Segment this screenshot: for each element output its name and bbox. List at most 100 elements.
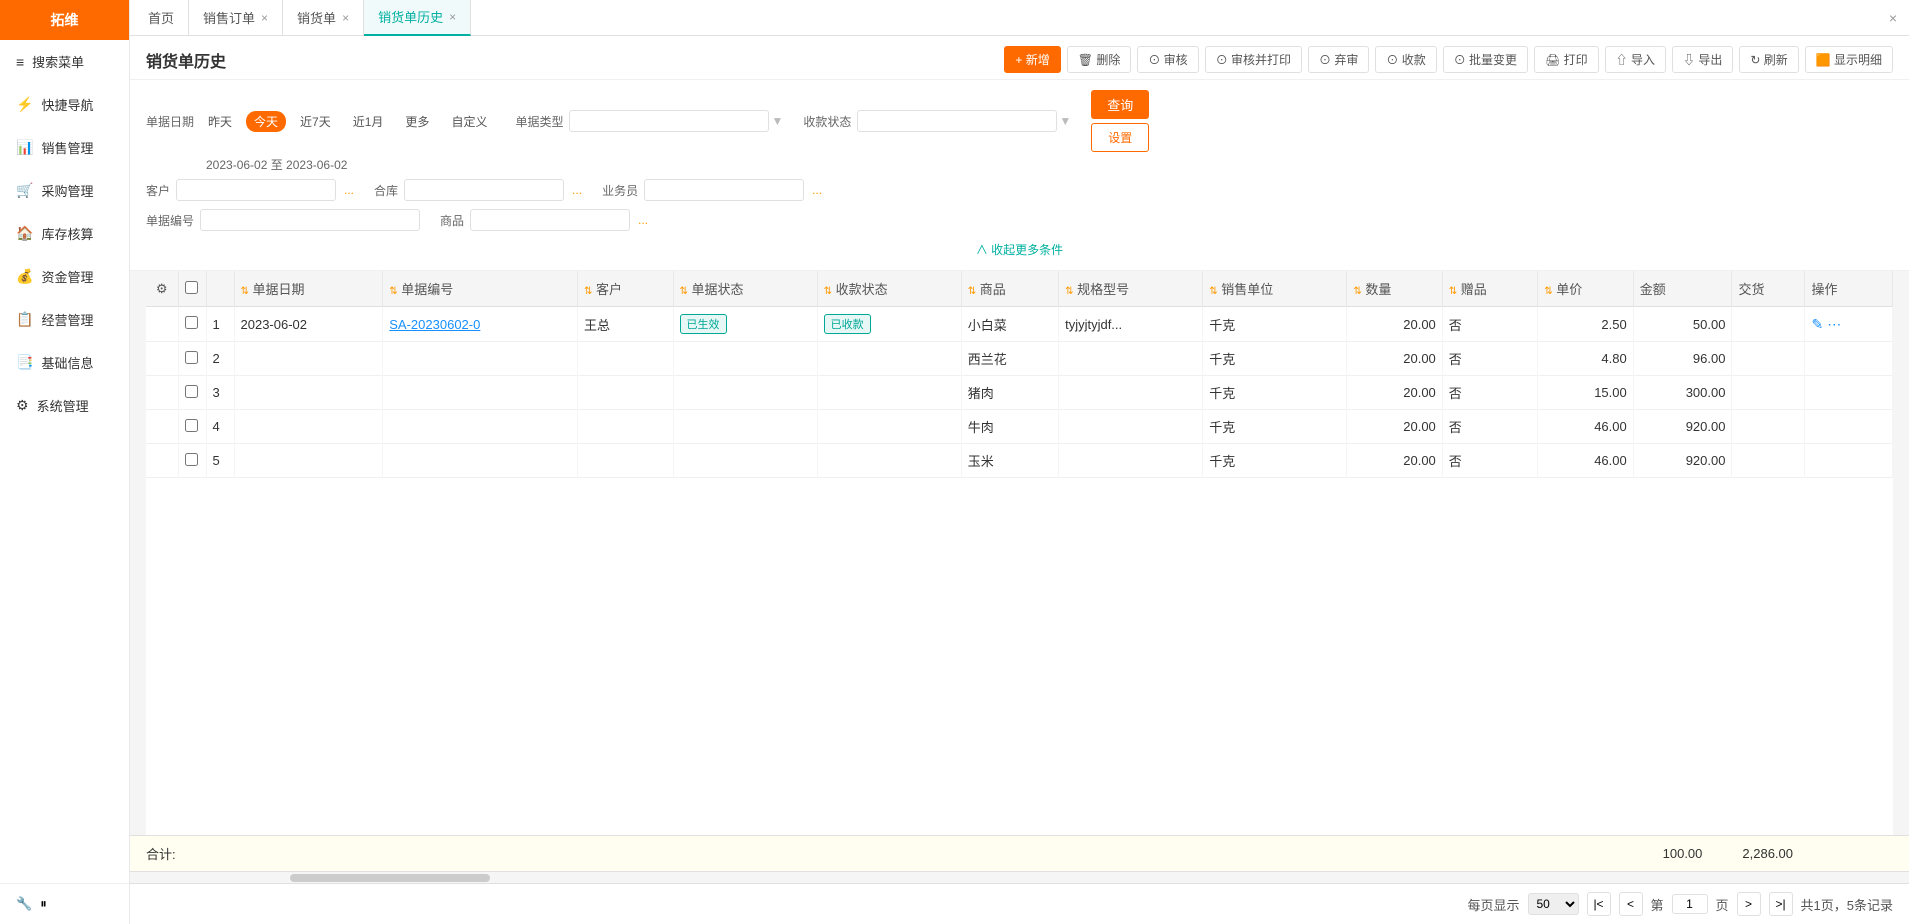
goods-input[interactable] [470, 209, 630, 231]
date-pill-yesterday[interactable]: 昨天 [200, 111, 240, 132]
col-doc-date[interactable]: ⇅ 单据日期 [234, 271, 383, 307]
tab-sales-order[interactable]: 销售订单 × [189, 0, 283, 36]
customer-input[interactable] [176, 179, 336, 201]
cell-goods: 小白菜 [961, 307, 1058, 342]
total-quantity: 100.00 [1663, 846, 1703, 861]
col-goods[interactable]: ⇅ 商品 [961, 271, 1058, 307]
page-next-btn[interactable]: > [1737, 892, 1761, 916]
edit-action-btn[interactable]: ✎ [1811, 316, 1823, 332]
cell-checkbox[interactable] [178, 307, 206, 342]
refresh-button[interactable]: ↻ 刷新 [1739, 46, 1798, 73]
query-button[interactable]: 查询 [1091, 90, 1149, 119]
discard-button[interactable]: ⊙ 弃审 [1308, 46, 1369, 73]
sidebar-item-label-quick-nav: 快捷导航 [41, 95, 93, 114]
cell-unit-price: 2.50 [1538, 307, 1633, 342]
salesperson-input[interactable] [644, 179, 804, 201]
warehouse-ellipsis-btn[interactable]: ... [572, 183, 582, 197]
col-payment-status[interactable]: ⇅ 收款状态 [817, 271, 961, 307]
scroll-thumb[interactable] [290, 874, 490, 882]
doc-type-input[interactable] [569, 110, 769, 132]
batch-change-button[interactable]: ⊙ 批量变更 [1443, 46, 1528, 73]
cell-checkbox[interactable] [178, 410, 206, 444]
cell-rownum: 2 [206, 342, 234, 376]
settings-bottom-icon[interactable]: 🔧 [16, 896, 32, 912]
cell-checkbox[interactable] [178, 376, 206, 410]
sidebar-item-purchase-mgmt[interactable]: 🛒 采购管理 [0, 169, 129, 212]
purchase-mgmt-icon: 🛒 [16, 182, 33, 199]
warehouse-input[interactable] [404, 179, 564, 201]
sidebar-item-quick-nav[interactable]: ⚡ 快捷导航 [0, 83, 129, 126]
col-gear[interactable]: ⚙ [146, 271, 178, 307]
col-doc-status[interactable]: ⇅ 单据状态 [673, 271, 817, 307]
display-detail-button[interactable]: 🟧 显示明细 [1805, 46, 1893, 73]
page-prev-btn[interactable]: < [1619, 892, 1643, 916]
cell-action [1805, 444, 1893, 478]
tab-delivery-history-label: 销货单历史 [378, 7, 443, 26]
per-page-select[interactable]: 50 100 200 [1528, 893, 1579, 915]
col-gift[interactable]: ⇅ 赠品 [1442, 271, 1537, 307]
cell-goods: 猪肉 [961, 376, 1058, 410]
audit-button[interactable]: ⊙ 审核 [1137, 46, 1198, 73]
tab-delivery-history-close[interactable]: × [449, 10, 456, 24]
tab-home[interactable]: 首页 [134, 0, 189, 36]
cell-gear [146, 342, 178, 376]
toggle-bottom-icon[interactable]: ⏸ [40, 896, 47, 912]
cell-doc-number[interactable]: SA-20230602-0 [383, 307, 578, 342]
cell-transaction [1732, 410, 1805, 444]
payment-status-input[interactable] [857, 110, 1057, 132]
col-customer[interactable]: ⇅ 客户 [578, 271, 673, 307]
sidebar-item-inventory-calc[interactable]: 🏠 库存核算 [0, 212, 129, 255]
date-pill-more[interactable]: 更多 [397, 111, 437, 132]
tab-delivery[interactable]: 销货单 × [283, 0, 364, 36]
doc-number-input[interactable] [200, 209, 420, 231]
payment-status-dropdown-icon[interactable]: ▼ [1059, 114, 1071, 128]
col-quantity[interactable]: ⇅ 数量 [1347, 271, 1442, 307]
sidebar-item-sales-mgmt[interactable]: 📊 销售管理 [0, 126, 129, 169]
col-doc-number[interactable]: ⇅ 单据编号 [383, 271, 578, 307]
page-number-input[interactable] [1672, 894, 1708, 914]
date-pill-today[interactable]: 今天 [246, 111, 286, 132]
page-last-btn[interactable]: >| [1769, 892, 1793, 916]
import-button[interactable]: ⇧ 导入 [1605, 46, 1666, 73]
sidebar-item-search-menu[interactable]: ≡ 搜索菜单 [0, 40, 129, 83]
print-button[interactable]: 🖨 打印 [1534, 46, 1599, 73]
col-unit[interactable]: ⇅ 销售单位 [1203, 271, 1347, 307]
delete-button[interactable]: 🗑 删除 [1067, 46, 1132, 73]
sidebar-item-operation-mgmt[interactable]: 📋 经营管理 [0, 298, 129, 341]
date-pill-7days[interactable]: 近7天 [292, 111, 339, 132]
new-button[interactable]: + 新增 [1004, 46, 1060, 73]
date-pill-1month[interactable]: 近1月 [345, 111, 392, 132]
filter-collapse-btn[interactable]: ∧ 收起更多条件 [146, 239, 1893, 260]
horizontal-scrollbar[interactable] [130, 871, 1909, 883]
page-first-btn[interactable]: |< [1587, 892, 1611, 916]
cell-quantity: 20.00 [1347, 444, 1442, 478]
goods-ellipsis-btn[interactable]: ... [638, 213, 648, 227]
audit-print-button[interactable]: ⊙ 审核并打印 [1205, 46, 1302, 73]
tab-delivery-history[interactable]: 销货单历史 × [364, 0, 471, 36]
warehouse-filter: 合库 ... [374, 179, 582, 201]
cell-gift: 否 [1442, 307, 1537, 342]
col-unit-price[interactable]: ⇅ 单价 [1538, 271, 1633, 307]
more-action-btn[interactable]: ⋯ [1827, 316, 1841, 332]
date-pill-custom[interactable]: 自定义 [443, 111, 495, 132]
tab-delivery-close[interactable]: × [342, 11, 349, 25]
cell-checkbox[interactable] [178, 342, 206, 376]
select-all-checkbox[interactable] [185, 281, 198, 294]
sidebar-item-fund-mgmt[interactable]: 💰 资金管理 [0, 255, 129, 298]
salesperson-ellipsis-btn[interactable]: ... [812, 183, 822, 197]
window-close-btn[interactable]: × [1877, 10, 1909, 26]
tab-sales-order-close[interactable]: × [261, 11, 268, 25]
sidebar-item-basic-info[interactable]: 📑 基础信息 [0, 341, 129, 384]
sort-customer-icon: ⇅ [584, 286, 592, 297]
cell-unit-price: 4.80 [1538, 342, 1633, 376]
table-body: 1 2023-06-02 SA-20230602-0 王总 已生效 已收款 小白… [146, 307, 1893, 478]
doc-type-dropdown-icon[interactable]: ▼ [771, 114, 783, 128]
col-spec[interactable]: ⇅ 规格型号 [1059, 271, 1203, 307]
customer-ellipsis-btn[interactable]: ... [344, 183, 354, 197]
sidebar-item-system-mgmt[interactable]: ⚙ 系统管理 [0, 384, 129, 427]
cell-checkbox[interactable] [178, 444, 206, 478]
settings-button[interactable]: 设置 [1091, 123, 1149, 152]
export-button[interactable]: ⇩ 导出 [1672, 46, 1733, 73]
cell-spec [1059, 444, 1203, 478]
collect-button[interactable]: ⊙ 收款 [1375, 46, 1436, 73]
